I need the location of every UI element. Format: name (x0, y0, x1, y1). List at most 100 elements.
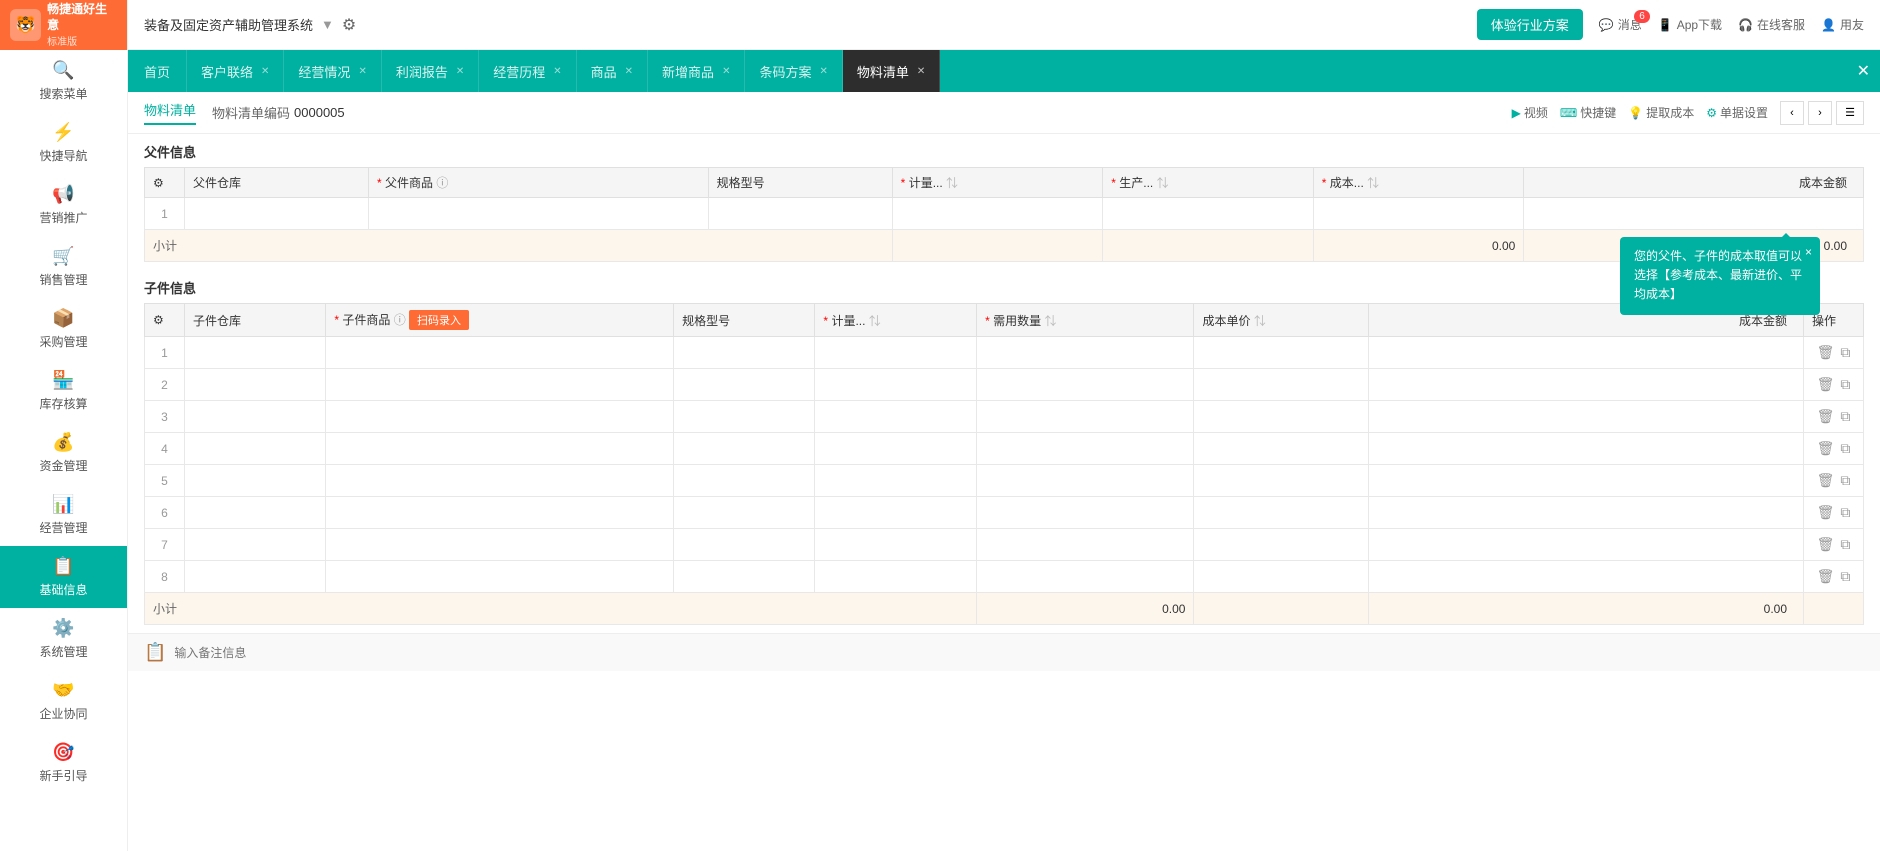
child-goods-4[interactable] (326, 433, 674, 465)
close-all-tabs[interactable]: ✕ (1847, 61, 1880, 81)
tab-operation-close[interactable]: ✕ (358, 66, 366, 77)
sidebar-item-search[interactable]: 🔍 搜索菜单 (0, 50, 127, 112)
tab-customer[interactable]: 客户联络 ✕ (187, 50, 284, 92)
extract-cost-action[interactable]: 💡 提取成本 (1628, 104, 1694, 121)
child-unit-cost-2[interactable] (1194, 369, 1369, 401)
child-qty-5[interactable] (815, 465, 977, 497)
tab-home[interactable]: 首页 (128, 50, 187, 92)
child-qty-7[interactable] (815, 529, 977, 561)
child-needed-qty-4[interactable] (977, 433, 1194, 465)
child-amount-7[interactable] (1369, 529, 1804, 561)
child-spec-5[interactable] (674, 465, 815, 497)
tab-goods-close[interactable]: ✕ (625, 66, 633, 77)
child-needed-qty-3[interactable] (977, 401, 1194, 433)
parent-amount-1[interactable] (1524, 198, 1864, 230)
sidebar-item-inventory[interactable]: 🏪 库存核算 (0, 360, 127, 422)
child-amount-2[interactable] (1369, 369, 1804, 401)
child-spec-3[interactable] (674, 401, 815, 433)
nav-next-button[interactable]: › (1808, 101, 1832, 125)
delete-icon-6[interactable]: 🗑 (1817, 504, 1835, 521)
tab-bom-close[interactable]: ✕ (917, 66, 925, 77)
tab-goods[interactable]: 商品 ✕ (577, 50, 648, 92)
child-goods-8[interactable] (326, 561, 674, 593)
parent-produce-1[interactable] (1103, 198, 1314, 230)
child-col-settings[interactable]: ⚙ (145, 304, 185, 337)
shortcut-key-action[interactable]: ⌨ 快捷键 (1560, 104, 1616, 121)
child-spec-2[interactable] (674, 369, 815, 401)
child-warehouse-4[interactable] (185, 433, 326, 465)
child-warehouse-6[interactable] (185, 497, 326, 529)
child-spec-1[interactable] (674, 337, 815, 369)
parent-col-settings[interactable]: ⚙ (145, 168, 185, 198)
sidebar-item-system[interactable]: ⚙️ 系统管理 (0, 608, 127, 670)
nav-prev-button[interactable]: ‹ (1780, 101, 1804, 125)
sidebar-item-basic[interactable]: 📋 基础信息 (0, 546, 127, 608)
child-amount-5[interactable] (1369, 465, 1804, 497)
tab-history-close[interactable]: ✕ (553, 66, 561, 77)
child-needed-qty-7[interactable] (977, 529, 1194, 561)
tab-new-goods[interactable]: 新增商品 ✕ (648, 50, 745, 92)
sub-tab-bom-list[interactable]: 物料清单 (144, 100, 196, 125)
view-action[interactable]: ▶ 视频 (1512, 104, 1548, 121)
child-goods-7[interactable] (326, 529, 674, 561)
child-unit-cost-6[interactable] (1194, 497, 1369, 529)
user-action[interactable]: 👤 用友 (1821, 16, 1864, 33)
copy-icon-1[interactable]: ⧉ (1840, 344, 1850, 361)
dropdown-icon[interactable]: ▼ (321, 17, 334, 32)
delete-icon-4[interactable]: 🗑 (1817, 440, 1835, 457)
child-warehouse-7[interactable] (185, 529, 326, 561)
note-input[interactable] (174, 646, 1864, 660)
child-needed-qty-8[interactable] (977, 561, 1194, 593)
bill-settings-action[interactable]: ⚙ 单据设置 (1706, 104, 1768, 121)
child-unit-cost-7[interactable] (1194, 529, 1369, 561)
child-spec-8[interactable] (674, 561, 815, 593)
child-warehouse-1[interactable] (185, 337, 326, 369)
sidebar-item-finance[interactable]: 💰 资金管理 (0, 422, 127, 484)
tab-history[interactable]: 经营历程 ✕ (479, 50, 576, 92)
child-needed-qty-2[interactable] (977, 369, 1194, 401)
parent-qty-1[interactable] (892, 198, 1103, 230)
settings-gear-icon[interactable]: ⚙ (342, 15, 356, 35)
child-spec-7[interactable] (674, 529, 815, 561)
tab-profit[interactable]: 利润报告 ✕ (382, 50, 479, 92)
child-spec-4[interactable] (674, 433, 815, 465)
child-qty-8[interactable] (815, 561, 977, 593)
child-goods-6[interactable] (326, 497, 674, 529)
copy-icon-7[interactable]: ⧉ (1840, 536, 1850, 553)
child-unit-cost-8[interactable] (1194, 561, 1369, 593)
child-needed-qty-6[interactable] (977, 497, 1194, 529)
tab-bom[interactable]: 物料清单 ✕ (843, 50, 940, 92)
copy-icon-5[interactable]: ⧉ (1840, 472, 1850, 489)
child-spec-6[interactable] (674, 497, 815, 529)
tab-new-goods-close[interactable]: ✕ (722, 66, 730, 77)
child-qty-4[interactable] (815, 433, 977, 465)
tab-barcode[interactable]: 条码方案 ✕ (745, 50, 842, 92)
scan-button[interactable]: 扫码录入 (409, 310, 469, 330)
experience-button[interactable]: 体验行业方案 (1477, 9, 1583, 40)
delete-icon-2[interactable]: 🗑 (1817, 376, 1835, 393)
child-warehouse-5[interactable] (185, 465, 326, 497)
child-goods-2[interactable] (326, 369, 674, 401)
child-needed-qty-1[interactable] (977, 337, 1194, 369)
tab-profit-close[interactable]: ✕ (456, 66, 464, 77)
child-amount-4[interactable] (1369, 433, 1804, 465)
delete-icon-7[interactable]: 🗑 (1817, 536, 1835, 553)
parent-cost-1[interactable] (1313, 198, 1524, 230)
sidebar-item-enterprise[interactable]: 🤝 企业协同 (0, 670, 127, 732)
sidebar-item-purchase[interactable]: 📦 采购管理 (0, 298, 127, 360)
message-action[interactable]: 💬 消息 6 (1599, 16, 1642, 33)
child-amount-6[interactable] (1369, 497, 1804, 529)
child-unit-cost-5[interactable] (1194, 465, 1369, 497)
sidebar-item-shortcut[interactable]: ⚡ 快捷导航 (0, 112, 127, 174)
child-warehouse-3[interactable] (185, 401, 326, 433)
parent-warehouse-1[interactable] (185, 198, 369, 230)
delete-icon-5[interactable]: 🗑 (1817, 472, 1835, 489)
child-amount-3[interactable] (1369, 401, 1804, 433)
copy-icon-8[interactable]: ⧉ (1840, 568, 1850, 585)
child-unit-cost-4[interactable] (1194, 433, 1369, 465)
child-qty-6[interactable] (815, 497, 977, 529)
sidebar-item-operation[interactable]: 📊 经营管理 (0, 484, 127, 546)
sidebar-item-marketing[interactable]: 📢 营销推广 (0, 174, 127, 236)
delete-icon-1[interactable]: 🗑 (1817, 344, 1835, 361)
child-qty-2[interactable] (815, 369, 977, 401)
